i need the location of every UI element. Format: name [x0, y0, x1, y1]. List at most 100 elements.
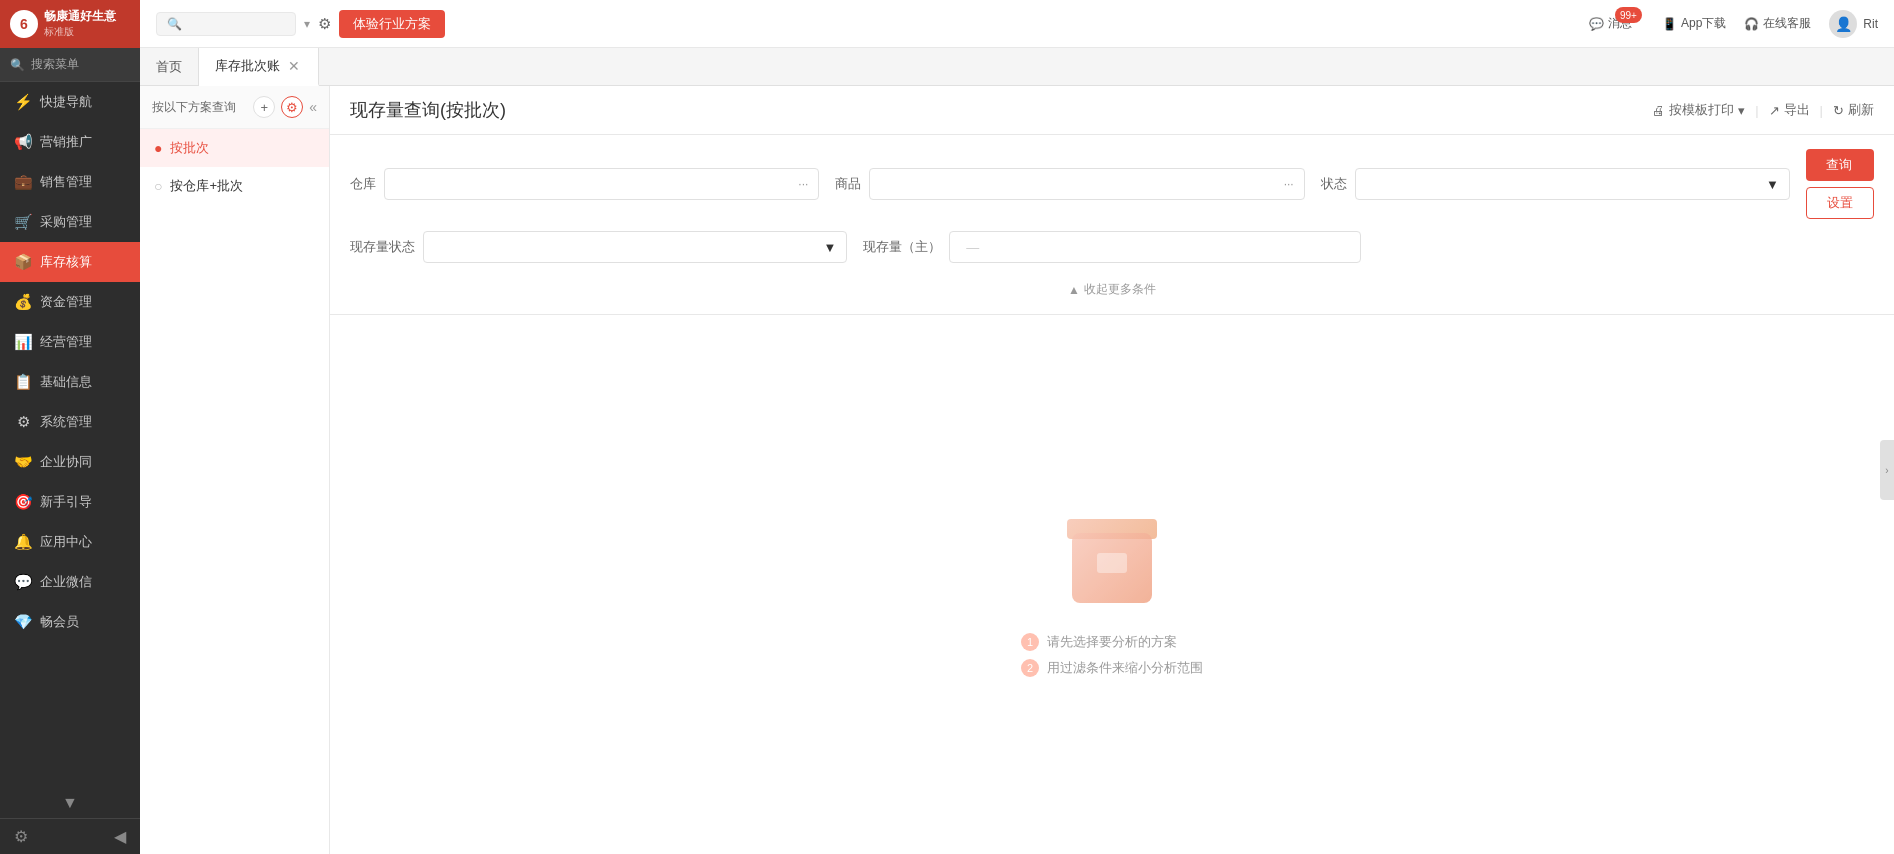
sidebar-label-inventory: 库存核算 — [40, 253, 92, 271]
phone-icon: 📱 — [1662, 17, 1677, 31]
online-service-action[interactable]: 🎧 在线客服 — [1744, 15, 1811, 32]
left-panel-item-by-warehouse-batch-label: 按仓库+批次 — [170, 177, 243, 195]
filter-row-1: 仓库 ··· 商品 ··· 状态 — [350, 149, 1874, 219]
inventory-main-range[interactable]: — — [949, 231, 1360, 263]
add-scheme-btn[interactable]: + — [253, 96, 275, 118]
page-header-actions: 🖨 按模板打印 ▾ | ↗ 导出 | ↻ 刷新 — [1652, 101, 1874, 119]
settings-btn[interactable]: 设置 — [1806, 187, 1874, 219]
product-input[interactable]: ··· — [869, 168, 1304, 200]
hint-text-2: 用过滤条件来缩小分析范围 — [1047, 659, 1203, 677]
export-action[interactable]: ↗ 导出 — [1769, 101, 1810, 119]
status-dropdown-icon: ▼ — [1766, 177, 1779, 192]
product-more-icon[interactable]: ··· — [1284, 177, 1294, 191]
topbar-search-bar[interactable]: 🔍 — [156, 12, 296, 36]
enterprise-icon: 🤝 — [14, 453, 32, 471]
sidebar-label-quick-nav: 快捷导航 — [40, 93, 92, 111]
topbar-settings-icon[interactable]: ⚙ — [318, 15, 331, 33]
footer-collapse-icon[interactable]: ◀ — [114, 827, 126, 846]
basic-info-icon: 📋 — [14, 373, 32, 391]
tab-close-btn[interactable]: ✕ — [286, 58, 302, 74]
message-action[interactable]: 💬 消息 99+ — [1589, 15, 1632, 32]
sidebar-label-newcomer: 新手引导 — [40, 493, 92, 511]
sidebar-item-inventory[interactable]: 📦 库存核算 — [0, 242, 140, 282]
sidebar-item-sales[interactable]: 💼 销售管理 — [0, 162, 140, 202]
inventory-status-select[interactable]: ▼ — [423, 231, 847, 263]
tab-bar: 首页 库存批次账 ✕ — [140, 48, 1894, 86]
sidebar-item-quick-nav[interactable]: ⚡ 快捷导航 — [0, 82, 140, 122]
user-area[interactable]: 👤 Rit — [1829, 10, 1878, 38]
sidebar-label-purchase: 采购管理 — [40, 213, 92, 231]
print-action[interactable]: 🖨 按模板打印 ▾ — [1652, 101, 1745, 119]
sidebar-item-system[interactable]: ⚙ 系统管理 — [0, 402, 140, 442]
sidebar-item-app-center[interactable]: 🔔 应用中心 — [0, 522, 140, 562]
message-icon: 💬 — [1589, 17, 1604, 31]
app-download-action[interactable]: 📱 App下载 — [1662, 15, 1726, 32]
filter-inventory-status: 现存量状态 ▼ — [350, 231, 847, 263]
warehouse-input[interactable]: ··· — [384, 168, 819, 200]
warehouse-more-icon[interactable]: ··· — [798, 177, 808, 191]
right-collapse-btn[interactable]: › — [1880, 440, 1894, 500]
sidebar-item-operations[interactable]: 📊 经营管理 — [0, 322, 140, 362]
collapse-label: 收起更多条件 — [1084, 281, 1156, 298]
tab-inventory-batch[interactable]: 库存批次账 ✕ — [199, 48, 319, 86]
empty-illustration — [1052, 493, 1172, 613]
print-dropdown-icon[interactable]: ▾ — [1738, 103, 1745, 118]
filter-warehouse: 仓库 ··· — [350, 168, 819, 200]
inventory-icon: 📦 — [14, 253, 32, 271]
app-version: 标准版 — [44, 25, 116, 39]
footer-settings-icon[interactable]: ⚙ — [14, 827, 28, 846]
left-panel-item-by-batch[interactable]: ● 按批次 — [140, 129, 329, 167]
by-batch-icon: ● — [154, 140, 162, 156]
tab-home[interactable]: 首页 — [140, 48, 199, 86]
page-header: 现存量查询(按批次) 🖨 按模板打印 ▾ | ↗ 导出 | — [330, 86, 1894, 135]
left-panel-header: 按以下方案查询 + ⚙ « — [140, 86, 329, 129]
status-select[interactable]: ▼ — [1355, 168, 1790, 200]
user-avatar[interactable]: 👤 — [1829, 10, 1857, 38]
page-title: 现存量查询(按批次) — [350, 98, 506, 122]
sidebar-item-newcomer[interactable]: 🎯 新手引导 — [0, 482, 140, 522]
sidebar-label-system: 系统管理 — [40, 413, 92, 431]
sidebar-search[interactable]: 🔍 搜索菜单 — [0, 48, 140, 82]
collapse-more-btn[interactable]: ▲ 收起更多条件 — [350, 275, 1874, 300]
sidebar-item-purchase[interactable]: 🛒 采购管理 — [0, 202, 140, 242]
trial-btn[interactable]: 体验行业方案 — [339, 10, 445, 38]
sidebar-label-sales: 销售管理 — [40, 173, 92, 191]
sidebar-item-enterprise[interactable]: 🤝 企业协同 — [0, 442, 140, 482]
online-service-label: 在线客服 — [1763, 15, 1811, 32]
app-download-label: App下载 — [1681, 15, 1726, 32]
sidebar-item-marketing[interactable]: 📢 营销推广 — [0, 122, 140, 162]
finance-icon: 💰 — [14, 293, 32, 311]
purchase-icon: 🛒 — [14, 213, 32, 231]
sidebar-footer: ⚙ ◀ — [0, 818, 140, 854]
left-panel: 按以下方案查询 + ⚙ « ● 按批次 ○ 按仓库+批次 — [140, 86, 330, 854]
topbar-dropdown-icon[interactable]: ▾ — [304, 17, 310, 31]
printer-icon: 🖨 — [1652, 103, 1665, 118]
topbar-right: 💬 消息 99+ 📱 App下载 🎧 在线客服 👤 Rit — [1589, 10, 1878, 38]
company-name: 畅康通好生意 — [44, 9, 116, 25]
empty-hint-2: 2 用过滤条件来缩小分析范围 — [1021, 659, 1203, 677]
sidebar-item-finance[interactable]: 💰 资金管理 — [0, 282, 140, 322]
page-header-top: 现存量查询(按批次) 🖨 按模板打印 ▾ | ↗ 导出 | — [350, 98, 1874, 122]
collapse-left-panel-btn[interactable]: « — [309, 99, 317, 115]
sidebar-scroll-down-btn[interactable]: ▼ — [0, 788, 140, 818]
query-btn[interactable]: 查询 — [1806, 149, 1874, 181]
quick-nav-icon: ⚡ — [14, 93, 32, 111]
inventory-main-label: 现存量（主） — [863, 238, 941, 256]
filter-section: 仓库 ··· 商品 ··· 状态 — [330, 135, 1894, 315]
refresh-label: 刷新 — [1848, 101, 1874, 119]
sidebar-item-enterprise-wechat[interactable]: 💬 企业微信 — [0, 562, 140, 602]
sidebar-item-vip[interactable]: 💎 畅会员 — [0, 602, 140, 642]
tab-inventory-batch-label: 库存批次账 — [215, 57, 280, 75]
app-logo: 6 — [10, 10, 38, 38]
print-label: 按模板打印 — [1669, 101, 1734, 119]
sidebar-label-enterprise-wechat: 企业微信 — [40, 573, 92, 591]
left-panel-item-by-warehouse-batch[interactable]: ○ 按仓库+批次 — [140, 167, 329, 205]
sidebar-label-marketing: 营销推广 — [40, 133, 92, 151]
sidebar-title-area: 畅康通好生意 标准版 — [44, 9, 116, 39]
sidebar-item-basic-info[interactable]: 📋 基础信息 — [0, 362, 140, 402]
settings-scheme-btn[interactable]: ⚙ — [281, 96, 303, 118]
system-icon: ⚙ — [14, 413, 32, 431]
refresh-action[interactable]: ↻ 刷新 — [1833, 101, 1874, 119]
status-label: 状态 — [1321, 175, 1347, 193]
sidebar-search-label: 搜索菜单 — [31, 56, 79, 73]
